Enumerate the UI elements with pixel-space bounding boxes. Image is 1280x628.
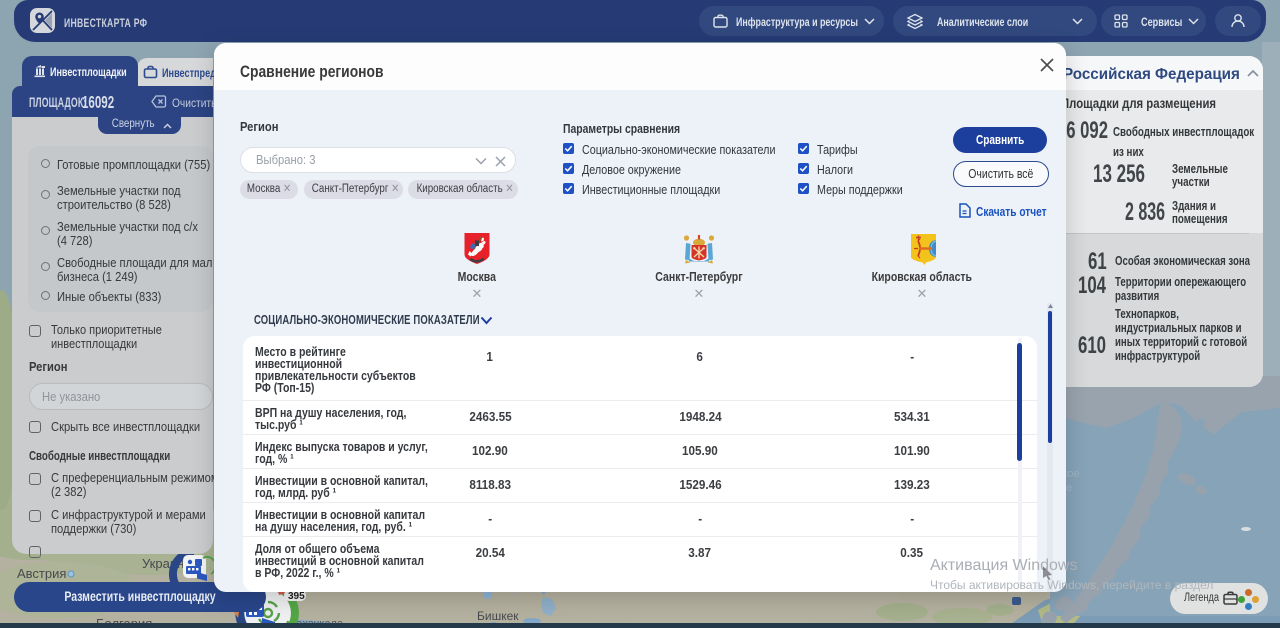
svg-text:Бишкек: Бишкек	[477, 609, 519, 623]
svg-text:395: 395	[288, 591, 305, 602]
svg-text:Австрия: Австрия	[17, 566, 66, 581]
